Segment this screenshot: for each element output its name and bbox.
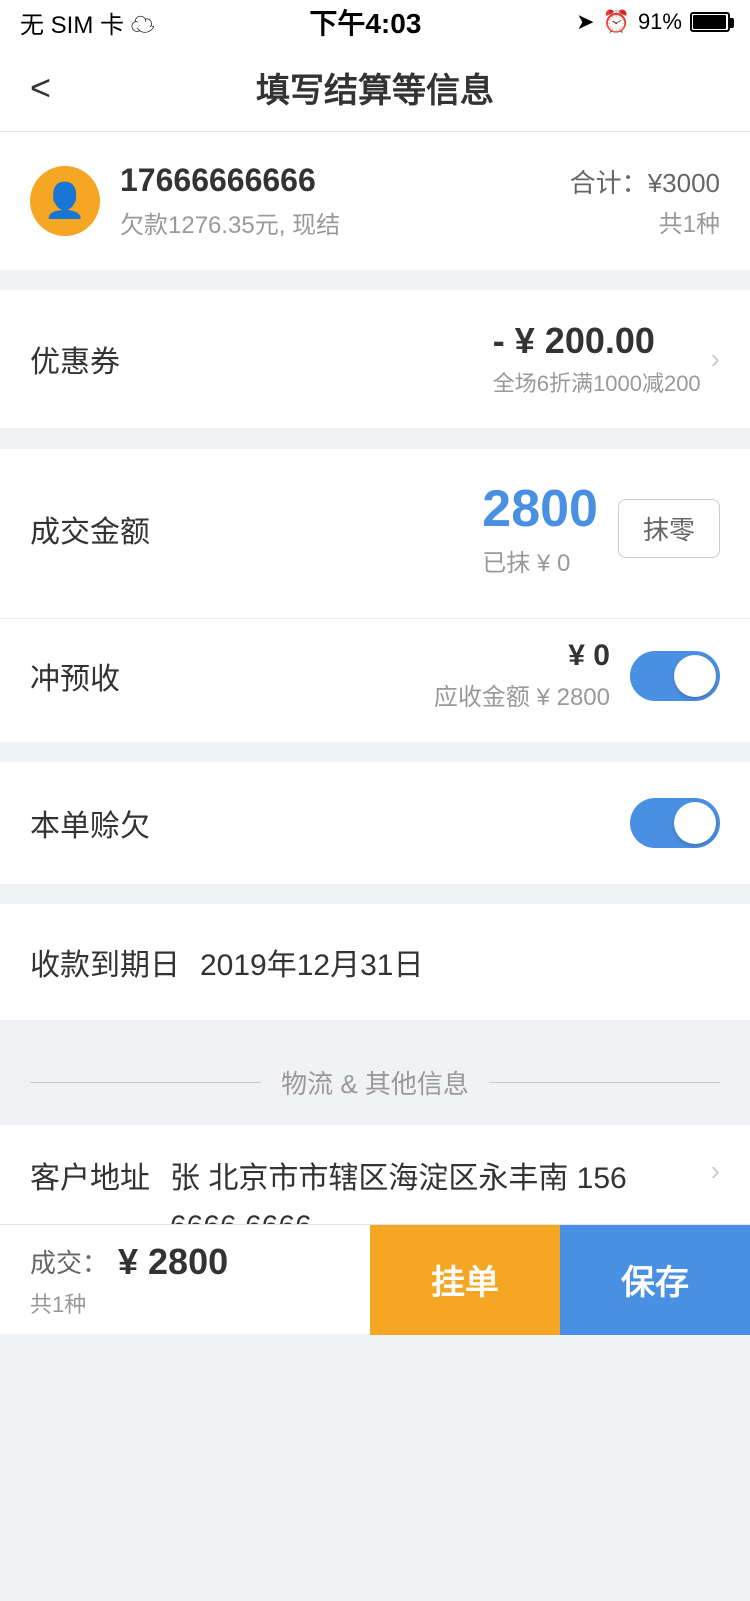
status-bar: 无 SIM 卡 ☁ 下午4:03 ➤ ⏰ 91% (0, 0, 750, 44)
prepay-toggle[interactable] (630, 651, 720, 701)
status-time: 下午4:03 (309, 2, 421, 42)
prepay-value: ¥ 0 (434, 639, 610, 673)
section-gap-1 (0, 429, 750, 449)
deal-count: 共1种 (30, 1287, 340, 1319)
customer-row: 👤 17666666666 欠款1276.35元, 现结 合计：¥3000 共1… (30, 162, 720, 240)
header-line-left (30, 1082, 261, 1083)
deal-amount: ¥ 2800 (118, 1241, 228, 1283)
prepay-right: ¥ 0 应收金额 ¥ 2800 (434, 639, 720, 712)
amount-section: 成交金额 2800 已抹 ¥ 0 抹零 (0, 449, 750, 618)
status-right: ➤ ⏰ 91% (576, 9, 730, 35)
header-line-right (489, 1082, 720, 1083)
amount-value: 2800 (482, 479, 598, 539)
logistics-section-header: 物流 & 其他信息 (0, 1040, 750, 1125)
customer-left: 👤 17666666666 欠款1276.35元, 现结 (30, 162, 340, 240)
coupon-row[interactable]: 优惠券 - ¥ 200.00 全场6折满1000减200 › (0, 290, 750, 429)
bottom-summary: 成交： ¥ 2800 共1种 (0, 1241, 370, 1319)
due-date-label: 收款到期日 (30, 940, 180, 984)
customer-right: 合计：¥3000 共1种 (570, 163, 720, 239)
sim-label: 无 SIM 卡 ☁ (20, 5, 155, 40)
alarm-icon: ⏰ (603, 9, 630, 35)
coupon-info: - ¥ 200.00 全场6折满1000减200 (493, 320, 701, 398)
back-button[interactable]: < (30, 67, 51, 109)
deal-label: 成交： (30, 1243, 108, 1280)
bottom-bar: 成交： ¥ 2800 共1种 挂单 保存 (0, 1224, 750, 1334)
section-gap-2 (0, 742, 750, 762)
coupon-discount: - ¥ 200.00 (493, 320, 701, 362)
prepay-amount: ¥ 0 应收金额 ¥ 2800 (434, 639, 610, 712)
debt-label: 本单赊欠 (30, 801, 150, 845)
hold-button[interactable]: 挂单 (370, 1225, 560, 1335)
battery-icon (690, 12, 730, 32)
address-label: 客户地址 (30, 1155, 150, 1203)
coupon-desc: 全场6折满1000减200 (493, 366, 701, 398)
save-button[interactable]: 保存 (560, 1225, 750, 1335)
chevron-right-icon: › (711, 343, 720, 375)
amount-info: 2800 已抹 ¥ 0 (482, 479, 598, 578)
customer-card: 👤 17666666666 欠款1276.35元, 现结 合计：¥3000 共1… (0, 132, 750, 270)
debt-toggle[interactable] (630, 798, 720, 848)
already-rounded: 已抹 ¥ 0 (482, 543, 598, 578)
due-date-value: 2019年12月31日 (200, 940, 423, 984)
address-chevron-icon: › (711, 1155, 720, 1187)
receivable-amount: 应收金额 ¥ 2800 (434, 677, 610, 712)
amount-right: 2800 已抹 ¥ 0 抹零 (482, 479, 720, 578)
total-label: 合计：¥3000 (570, 163, 720, 200)
amount-label: 成交金额 (30, 507, 150, 551)
location-icon: ➤ (576, 9, 594, 35)
coupon-label: 优惠券 (30, 337, 120, 381)
section-header-text: 物流 & 其他信息 (281, 1064, 469, 1101)
avatar: 👤 (30, 166, 100, 236)
battery-percent: 91% (638, 9, 682, 35)
content: 👤 17666666666 欠款1276.35元, 现结 合计：¥3000 共1… (0, 132, 750, 1601)
coupon-right: - ¥ 200.00 全场6折满1000减200 › (493, 320, 720, 398)
customer-info: 17666666666 欠款1276.35元, 现结 (120, 162, 340, 240)
customer-phone: 17666666666 (120, 162, 340, 199)
prepay-row: 冲预收 ¥ 0 应收金额 ¥ 2800 (0, 618, 750, 742)
amount-row: 成交金额 2800 已抹 ¥ 0 抹零 (30, 479, 720, 578)
bottom-deal-row: 成交： ¥ 2800 (30, 1241, 340, 1283)
debt-row: 本单赊欠 (0, 762, 750, 884)
customer-debt: 欠款1276.35元, 现结 (120, 205, 340, 240)
nav-bar: < 填写结算等信息 (0, 44, 750, 132)
due-date-row: 收款到期日 2019年12月31日 (0, 904, 750, 1020)
total-count: 共1种 (570, 204, 720, 239)
prepay-label: 冲预收 (30, 654, 120, 698)
page-title: 填写结算等信息 (256, 63, 494, 112)
round-button[interactable]: 抹零 (618, 499, 720, 558)
status-left: 无 SIM 卡 ☁ (20, 5, 155, 40)
